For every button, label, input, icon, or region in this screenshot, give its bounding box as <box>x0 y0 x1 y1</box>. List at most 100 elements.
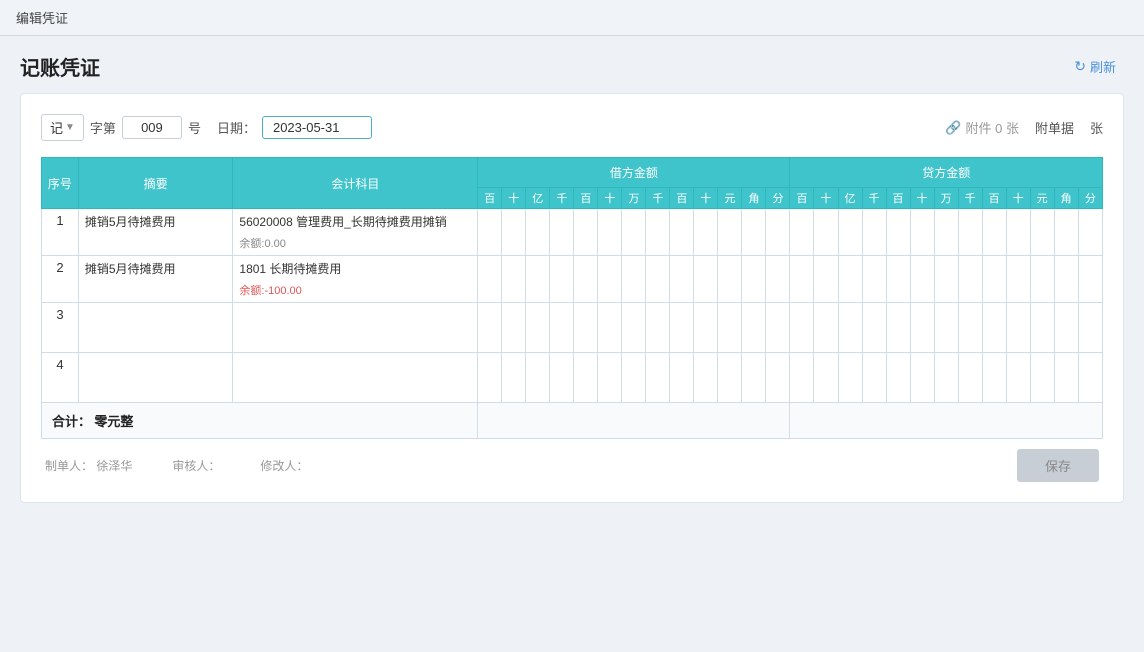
row-3-c10[interactable] <box>1030 303 1054 353</box>
row-2-c1[interactable] <box>814 256 838 303</box>
row-2-summary[interactable]: 摊销5月待摊费用 <box>78 256 233 303</box>
row-3-c9[interactable] <box>1006 303 1030 353</box>
row-3-c4[interactable] <box>886 303 910 353</box>
row-4-d3[interactable] <box>550 353 574 403</box>
row-4-c11[interactable] <box>1054 353 1078 403</box>
voucher-type-button[interactable]: 记 ▼ <box>41 114 84 141</box>
row-2-d3[interactable] <box>550 256 574 303</box>
row-4-c9[interactable] <box>1006 353 1030 403</box>
row-2-d0[interactable] <box>478 256 502 303</box>
row-2-c4[interactable] <box>886 256 910 303</box>
row-3-d8[interactable] <box>670 303 694 353</box>
row-1-d10[interactable] <box>718 209 742 256</box>
row-1-d2[interactable] <box>526 209 550 256</box>
row-3-d7[interactable] <box>646 303 670 353</box>
row-1-account[interactable]: 56020008 管理费用_长期待摊费用摊销 余额:0.00 <box>233 209 478 256</box>
row-2-c5[interactable] <box>910 256 934 303</box>
row-1-d1[interactable] <box>502 209 526 256</box>
row-4-c4[interactable] <box>886 353 910 403</box>
row-4-d11[interactable] <box>742 353 766 403</box>
row-2-d5[interactable] <box>598 256 622 303</box>
row-2-c12[interactable] <box>1078 256 1102 303</box>
row-3-c5[interactable] <box>910 303 934 353</box>
row-1-d3[interactable] <box>550 209 574 256</box>
row-2-c8[interactable] <box>982 256 1006 303</box>
row-2-account[interactable]: 1801 长期待摊费用 余额:-100.00 <box>233 256 478 303</box>
row-3-d11[interactable] <box>742 303 766 353</box>
row-4-d4[interactable] <box>574 353 598 403</box>
row-1-d12[interactable] <box>766 209 790 256</box>
row-3-d0[interactable] <box>478 303 502 353</box>
row-2-d6[interactable] <box>622 256 646 303</box>
save-button[interactable]: 保存 <box>1017 449 1099 482</box>
row-3-c8[interactable] <box>982 303 1006 353</box>
row-1-c5[interactable] <box>910 209 934 256</box>
row-4-c5[interactable] <box>910 353 934 403</box>
row-1-c8[interactable] <box>982 209 1006 256</box>
row-4-d7[interactable] <box>646 353 670 403</box>
row-1-d6[interactable] <box>622 209 646 256</box>
row-1-c1[interactable] <box>814 209 838 256</box>
row-4-d6[interactable] <box>622 353 646 403</box>
row-2-d1[interactable] <box>502 256 526 303</box>
row-4-c3[interactable] <box>862 353 886 403</box>
row-4-d9[interactable] <box>694 353 718 403</box>
row-1-d9[interactable] <box>694 209 718 256</box>
row-3-account[interactable] <box>233 303 478 353</box>
row-3-d4[interactable] <box>574 303 598 353</box>
row-1-c9[interactable] <box>1006 209 1030 256</box>
row-4-c1[interactable] <box>814 353 838 403</box>
row-2-d9[interactable] <box>694 256 718 303</box>
row-3-d3[interactable] <box>550 303 574 353</box>
refresh-button[interactable]: ↻ 刷新 <box>1066 53 1124 80</box>
row-1-c6[interactable] <box>934 209 958 256</box>
row-3-c0[interactable] <box>790 303 814 353</box>
row-2-d2[interactable] <box>526 256 550 303</box>
row-1-c4[interactable] <box>886 209 910 256</box>
row-4-d12[interactable] <box>766 353 790 403</box>
row-3-d2[interactable] <box>526 303 550 353</box>
row-4-account[interactable] <box>233 353 478 403</box>
row-3-d10[interactable] <box>718 303 742 353</box>
row-1-c3[interactable] <box>862 209 886 256</box>
row-2-c10[interactable] <box>1030 256 1054 303</box>
row-2-c3[interactable] <box>862 256 886 303</box>
row-4-d10[interactable] <box>718 353 742 403</box>
row-1-d8[interactable] <box>670 209 694 256</box>
row-1-c12[interactable] <box>1078 209 1102 256</box>
row-4-c10[interactable] <box>1030 353 1054 403</box>
row-2-c2[interactable] <box>838 256 862 303</box>
row-3-d1[interactable] <box>502 303 526 353</box>
row-1-summary[interactable]: 摊销5月待摊费用 <box>78 209 233 256</box>
row-2-c6[interactable] <box>934 256 958 303</box>
row-4-c0[interactable] <box>790 353 814 403</box>
row-4-c6[interactable] <box>934 353 958 403</box>
row-2-c9[interactable] <box>1006 256 1030 303</box>
row-1-c10[interactable] <box>1030 209 1054 256</box>
row-4-c8[interactable] <box>982 353 1006 403</box>
row-2-d8[interactable] <box>670 256 694 303</box>
row-2-d11[interactable] <box>742 256 766 303</box>
row-3-c12[interactable] <box>1078 303 1102 353</box>
row-4-d0[interactable] <box>478 353 502 403</box>
row-2-c7[interactable] <box>958 256 982 303</box>
row-1-d0[interactable] <box>478 209 502 256</box>
row-1-c0[interactable] <box>790 209 814 256</box>
row-3-summary[interactable] <box>78 303 233 353</box>
fudan-button[interactable]: 附单据 <box>1035 118 1074 137</box>
row-3-d9[interactable] <box>694 303 718 353</box>
row-3-c2[interactable] <box>838 303 862 353</box>
row-4-d5[interactable] <box>598 353 622 403</box>
row-4-c2[interactable] <box>838 353 862 403</box>
row-2-d4[interactable] <box>574 256 598 303</box>
row-1-c2[interactable] <box>838 209 862 256</box>
row-4-summary[interactable] <box>78 353 233 403</box>
row-1-c11[interactable] <box>1054 209 1078 256</box>
row-3-d12[interactable] <box>766 303 790 353</box>
voucher-number-input[interactable] <box>122 116 182 139</box>
row-2-c11[interactable] <box>1054 256 1078 303</box>
row-3-c7[interactable] <box>958 303 982 353</box>
row-4-c7[interactable] <box>958 353 982 403</box>
row-2-d10[interactable] <box>718 256 742 303</box>
row-3-c3[interactable] <box>862 303 886 353</box>
